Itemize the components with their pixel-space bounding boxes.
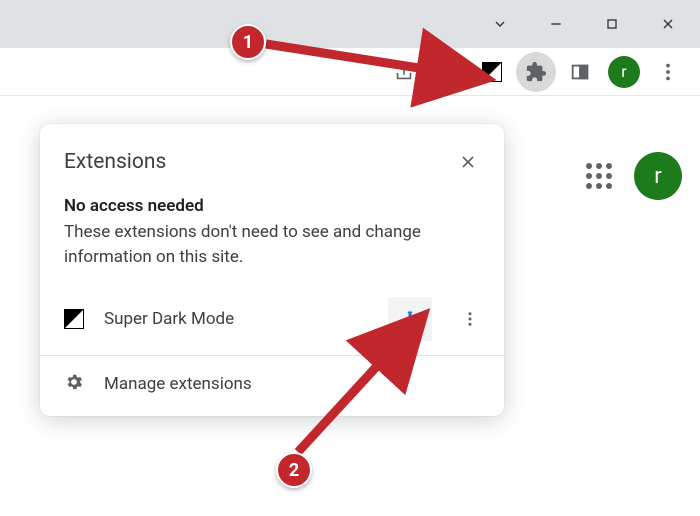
extension-item-icon <box>64 309 84 329</box>
manage-extensions-row[interactable]: Manage extensions <box>40 356 504 412</box>
annotation-badge-1: 1 <box>230 24 266 60</box>
profile-avatar[interactable]: r <box>608 56 640 88</box>
page-header-right: r <box>586 152 682 200</box>
browser-toolbar: r <box>0 48 700 96</box>
window-titlebar <box>0 0 700 48</box>
popup-subtitle: No access needed <box>64 196 480 216</box>
window-tab-dropdown-icon[interactable] <box>472 0 528 48</box>
extension-more-icon[interactable] <box>452 310 488 328</box>
annotation-badge-2: 2 <box>276 452 312 488</box>
extensions-popup: Extensions No access needed These extens… <box>40 124 504 416</box>
browser-menu-icon[interactable] <box>648 52 688 92</box>
window-maximize-button[interactable] <box>584 0 640 48</box>
extensions-puzzle-icon[interactable] <box>516 52 556 92</box>
page-profile-avatar-letter: r <box>654 164 661 189</box>
popup-body: No access needed These extensions don't … <box>40 196 504 283</box>
manage-extensions-label: Manage extensions <box>104 374 252 394</box>
page-content: r Extensions No access needed These exte… <box>0 96 700 516</box>
extension-row[interactable]: Super Dark Mode <box>40 283 504 355</box>
popup-title: Extensions <box>64 150 166 174</box>
google-apps-icon[interactable] <box>586 163 612 189</box>
share-icon[interactable] <box>384 52 424 92</box>
window-close-button[interactable] <box>640 0 696 48</box>
page-profile-avatar[interactable]: r <box>634 152 682 200</box>
popup-close-button[interactable] <box>448 142 488 182</box>
gear-icon <box>64 372 84 396</box>
popup-header: Extensions <box>40 124 504 192</box>
side-panel-icon[interactable] <box>560 52 600 92</box>
extension-dark-mode-icon[interactable] <box>472 52 512 92</box>
profile-avatar-letter: r <box>621 62 626 81</box>
extension-pin-button[interactable] <box>388 297 432 341</box>
popup-description: These extensions don't need to see and c… <box>64 220 480 269</box>
bookmark-star-icon[interactable] <box>428 52 468 92</box>
extension-item-name: Super Dark Mode <box>104 309 368 329</box>
window-minimize-button[interactable] <box>528 0 584 48</box>
